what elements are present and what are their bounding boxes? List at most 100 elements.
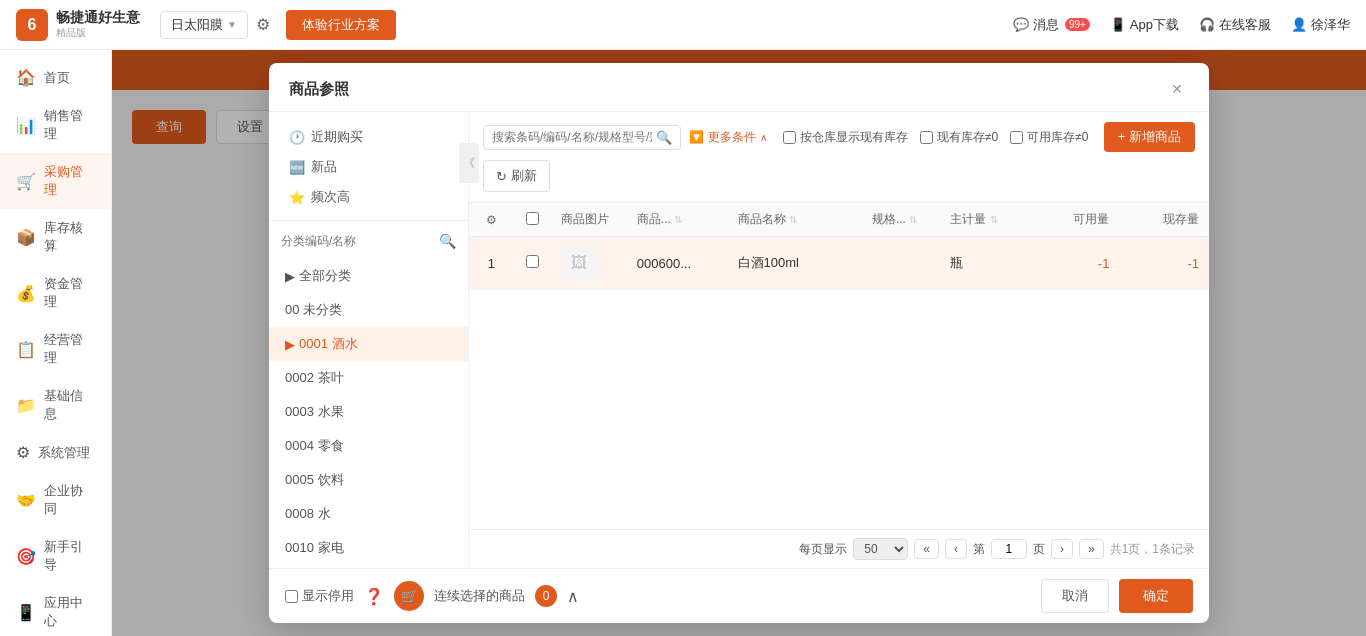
stock-value: -1 [1187,256,1199,271]
sidebar-item-sales[interactable]: 📊 销售管理 [0,97,111,153]
cat-search-icon[interactable]: 🔍 [439,233,456,249]
cat-item-00[interactable]: 00 未分类 [269,293,468,327]
filter-chevron-icon: ∧ [760,132,767,143]
sidebar-item-guide[interactable]: 🎯 新手引导 [0,528,111,584]
nav-selector[interactable]: 日太阳膜 ▼ [160,11,248,39]
nav-right: 💬 消息 99+ 📱 App下载 🎧 在线客服 👤 徐泽华 [1013,16,1350,34]
online-service[interactable]: 🎧 在线客服 [1199,16,1271,34]
show-disabled-checkbox[interactable] [285,590,298,603]
collapse-left-button[interactable]: 《 [459,143,479,183]
cat-item-0002[interactable]: 0002 茶叶 [269,361,468,395]
headset-icon: 🎧 [1199,17,1215,32]
sidebar-item-home[interactable]: 🏠 首页 [0,58,111,97]
sidebar: 🏠 首页 📊 销售管理 🛒 采购管理 📦 库存核算 💰 资金管理 📋 经营管理 … [0,50,112,636]
sidebar-item-ops[interactable]: 📋 经营管理 [0,321,111,377]
col-name-label: 商品名称 [738,212,786,226]
sidebar-item-finance[interactable]: 💰 资金管理 [0,265,111,321]
user-info[interactable]: 👤 徐泽华 [1291,16,1350,34]
table-body: 1 🖼 000600... 白酒100ml [469,237,1209,290]
refresh-button[interactable]: ↻ 刷新 [483,160,550,192]
cancel-button[interactable]: 取消 [1041,579,1109,613]
quick-link-new[interactable]: 🆕 新品 [281,152,456,182]
guide-icon: 🎯 [16,547,36,566]
settings-icon[interactable]: ⚙ [486,213,497,227]
col-header-stock: 现存量 [1119,203,1209,237]
last-page-button[interactable]: » [1079,539,1104,559]
sidebar-item-collab[interactable]: 🤝 企业协同 [0,472,111,528]
logo-icon: 6 [16,9,48,41]
avail-value: -1 [1098,256,1110,271]
finance-icon: 💰 [16,284,36,303]
confirm-button[interactable]: 确定 [1119,579,1193,613]
col-header-name[interactable]: 商品名称 ⇅ [728,203,862,237]
ops-icon: 📋 [16,340,36,359]
quick-link-recent[interactable]: 🕐 近期购买 [281,122,456,152]
message-item[interactable]: 💬 消息 99+ [1013,16,1090,34]
pagination-bar: 每页显示 50 100 200 « ‹ 第 页 › [469,529,1209,568]
sidebar-purchase-label: 采购管理 [44,163,95,199]
sort-spec-icon[interactable]: ⇅ [909,214,917,225]
product-search-icon[interactable]: 🔍 [656,130,672,145]
check-stock-nz-input[interactable] [920,131,933,144]
selector-label: 日太阳膜 [171,16,223,34]
show-disabled-label[interactable]: 显示停用 [285,587,354,605]
sort-code-icon[interactable]: ⇅ [674,214,682,225]
next-page-button[interactable]: › [1051,539,1073,559]
cat-search: 🔍 [269,229,468,253]
sidebar-inventory-label: 库存核算 [44,219,95,255]
sidebar-item-purchase[interactable]: 🛒 采购管理 [0,153,111,209]
dialog-left-panel: 🕐 近期购买 🆕 新品 ⭐ 频次高 [269,112,469,568]
footer-collapse-icon[interactable]: ∧ [567,587,579,606]
per-page-select[interactable]: 50 100 200 [853,538,908,560]
apps-icon: 📱 [16,603,36,622]
sort-unit-icon[interactable]: ⇅ [990,214,998,225]
filter-button[interactable]: 🔽 更多条件 ∧ [689,129,767,146]
cell-cb [514,237,551,290]
sidebar-item-system[interactable]: ⚙ 系统管理 [0,433,111,472]
sidebar-item-apps[interactable]: 📱 应用中心 [0,584,111,636]
first-page-button[interactable]: « [914,539,939,559]
filter-icon: 🔽 [689,130,704,144]
check-avail-nz-input[interactable] [1010,131,1023,144]
product-search-input[interactable] [492,130,652,144]
cat-item-0003[interactable]: 0003 水果 [269,395,468,429]
check-warehouse[interactable]: 按仓库显示现有库存 [783,129,908,146]
gear-icon[interactable]: ⚙ [256,15,270,34]
check-stock-nz[interactable]: 现有库存≠0 [920,129,998,146]
cell-code: 000600... [627,237,728,290]
add-product-button[interactable]: + 新增商品 [1104,122,1195,152]
quick-link-freq[interactable]: ⭐ 频次高 [281,182,456,212]
help-icon[interactable]: ❓ [364,587,384,606]
select-all-checkbox[interactable] [526,212,539,225]
cat-item-all[interactable]: ▶ 全部分类 [269,259,468,293]
cat-item-0004[interactable]: 0004 零食 [269,429,468,463]
dialog-close-button[interactable]: × [1165,77,1189,101]
col-header-code[interactable]: 商品... ⇅ [627,203,728,237]
sort-name-icon[interactable]: ⇅ [789,214,797,225]
message-label: 消息 [1033,16,1059,34]
sidebar-item-basic[interactable]: 📁 基础信息 [0,377,111,433]
page-suffix: 页 [1033,541,1045,558]
cat-item-0010[interactable]: 0010 家电 [269,531,468,558]
sidebar-item-inventory[interactable]: 📦 库存核算 [0,209,111,265]
cat-item-0005[interactable]: 0005 饮料 [269,463,468,497]
col-header-spec[interactable]: 规格... ⇅ [862,203,940,237]
per-page-label: 每页显示 [799,541,847,558]
cat-label-0002: 0002 茶叶 [285,369,344,387]
dialog-right-panel: 🔍 🔽 更多条件 ∧ 按仓库显示现有库存 [469,112,1209,568]
table-row[interactable]: 1 🖼 000600... 白酒100ml [469,237,1209,290]
cat-item-0001[interactable]: ▶ 0001 酒水 [269,327,468,361]
cart-button[interactable]: 🛒 [394,581,424,611]
check-avail-nz[interactable]: 可用库存≠0 [1010,129,1088,146]
col-header-unit[interactable]: 主计量 ⇅ [940,203,1018,237]
check-warehouse-input[interactable] [783,131,796,144]
main-content: 查询 设置 刷新 商品参照 × 🕐 [112,50,1366,636]
row-checkbox[interactable] [526,255,539,268]
cat-search-input[interactable] [281,234,439,248]
prev-page-button[interactable]: ‹ [945,539,967,559]
page-number-input[interactable] [991,539,1027,559]
exp-button[interactable]: 体验行业方案 [286,10,396,40]
cat-item-0008[interactable]: 0008 水 [269,497,468,531]
refresh-icon: ↻ [496,169,507,184]
app-download[interactable]: 📱 App下载 [1110,16,1179,34]
